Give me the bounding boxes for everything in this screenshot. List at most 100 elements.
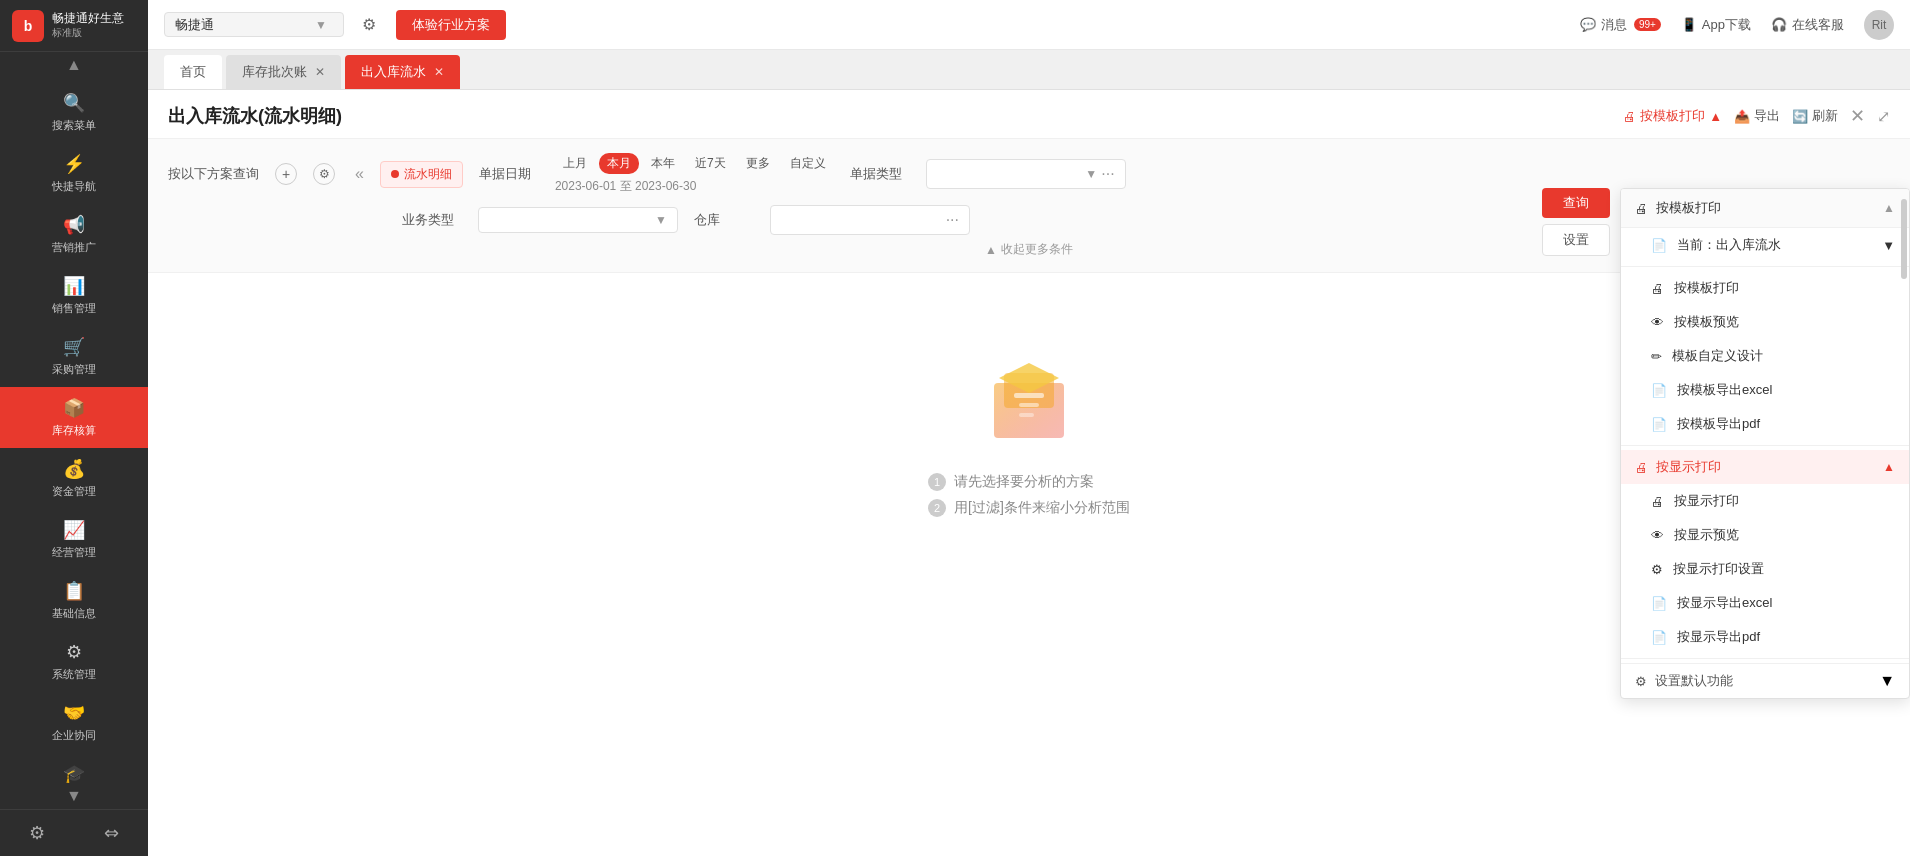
header-gear-icon[interactable]: ⚙ [362,15,376,34]
dropdown-item-export-excel-template[interactable]: 📄 按模板导出excel [1621,373,1909,407]
dropdown-item-print-settings-display[interactable]: ⚙ 按显示打印设置 [1621,552,1909,586]
dropdown-item-export-pdf-template[interactable]: 📄 按模板导出pdf [1621,407,1909,441]
search-button[interactable]: 查询 [1542,188,1610,218]
sidebar-item-quick-nav[interactable]: ⚡ 快捷导航 [0,143,148,204]
print-header-icon: 🖨 [1635,201,1648,216]
inventory-icon: 📦 [63,397,85,419]
dropdown-display-section-header[interactable]: 🖨 按显示打印 ▲ [1621,450,1909,484]
filter-label: 按以下方案查询 [168,165,259,183]
page-header: 出入库流水(流水明细) 🖨 按模板打印 ▲ 📤 导出 🔄 刷新 ✕ ⤢ [148,90,1910,139]
svg-rect-3 [1014,393,1044,398]
sidebar-scroll-down[interactable]: ▼ [0,783,148,809]
dropdown-item-custom-template[interactable]: ✏ 模板自定义设计 [1621,339,1909,373]
sidebar-collapse-btn[interactable]: ⇔ [104,822,119,844]
business-type-arrow: ▼ [655,213,667,227]
warehouse-label: 仓库 [694,211,754,229]
current-template-icon: 📄 [1651,238,1667,253]
finance-icon: 💰 [63,458,85,480]
print-dropdown-arrow[interactable]: ▲ [1709,109,1722,124]
filter-tag-dot [391,170,399,178]
sidebar-item-search[interactable]: 🔍 搜索菜单 [0,82,148,143]
sidebar-item-enterprise[interactable]: 🤝 企业协同 [0,692,148,753]
warehouse-select[interactable]: ··· [770,205,970,235]
page-expand-btn[interactable]: ⤢ [1877,107,1890,126]
app-download-btn[interactable]: 📱 App下载 [1681,16,1751,34]
date-tab-more[interactable]: 更多 [738,153,778,174]
tab-home[interactable]: 首页 [164,55,222,89]
dropdown-item-preview-display[interactable]: 👁 按显示预览 [1621,518,1909,552]
display-section-arrow[interactable]: ▲ [1883,460,1895,474]
sidebar-item-finance[interactable]: 💰 资金管理 [0,448,148,509]
date-tab-last-month[interactable]: 上月 [555,153,595,174]
sidebar-item-inventory[interactable]: 📦 库存核算 [0,387,148,448]
tab-flow-close[interactable]: ✕ [434,65,444,79]
warehouse-more[interactable]: ··· [946,211,959,229]
system-icon: ⚙ [66,641,82,663]
divider-3 [1621,658,1909,659]
dropdown-collapse-arrow[interactable]: ▲ [1883,201,1895,215]
dropdown-scrollbar[interactable] [1901,189,1907,698]
business-type-select[interactable]: ▼ [478,207,678,233]
phone-icon: 📱 [1681,17,1697,32]
quick-nav-icon: ⚡ [63,153,85,175]
dropdown-item-print-display[interactable]: 🖨 按显示打印 [1621,484,1909,518]
svg-rect-5 [1019,413,1034,417]
date-tab-this-month[interactable]: 本月 [599,153,639,174]
date-tab-this-year[interactable]: 本年 [643,153,683,174]
dropdown-footer[interactable]: ⚙ 设置默认功能 ▼ [1621,663,1909,698]
sidebar-item-system[interactable]: ⚙ 系统管理 [0,631,148,692]
dropdown-item-print-template[interactable]: 🖨 按模板打印 [1621,271,1909,305]
user-avatar[interactable]: Rit [1864,10,1894,40]
sidebar-item-guide[interactable]: 🎓 新手引导 [0,753,148,783]
enterprise-icon: 🤝 [63,702,85,724]
page-close-btn[interactable]: ✕ [1850,105,1865,127]
export-pdf-display-icon: 📄 [1651,630,1667,645]
sidebar-settings-btn[interactable]: ⚙ [29,822,45,844]
sidebar: b 畅捷通好生意 标准版 ▲ 🔍 搜索菜单 ⚡ 快捷导航 📢 营销推广 📊 销售… [0,0,148,856]
export-btn[interactable]: 📤 导出 [1734,107,1780,125]
main-area: ▼ ⚙ 体验行业方案 💬 消息 99+ 📱 App下载 🎧 在线客服 Rit [148,0,1910,856]
filter-collapse-icon[interactable]: « [355,165,364,183]
header-search-dropdown-icon[interactable]: ▼ [315,18,327,32]
tab-batch-account[interactable]: 库存批次账 ✕ [226,55,341,89]
empty-illustration [969,353,1089,453]
voucher-type-arrow: ▼ [1085,167,1097,181]
dropdown-item-export-pdf-display[interactable]: 📄 按显示导出pdf [1621,620,1909,654]
date-tab-7days[interactable]: 近7天 [687,153,734,174]
tab-batch-account-close[interactable]: ✕ [315,65,325,79]
svg-rect-4 [1019,403,1039,407]
date-field-label: 单据日期 [479,165,539,183]
collapse-up-icon: ▲ [985,243,997,257]
tab-flow[interactable]: 出入库流水 ✕ [345,55,460,89]
sidebar-item-operations[interactable]: 📈 经营管理 [0,509,148,570]
sidebar-scroll-up[interactable]: ▲ [0,52,148,78]
sidebar-item-basic-info[interactable]: 📋 基础信息 [0,570,148,631]
print-settings-display-icon: ⚙ [1651,562,1663,577]
dropdown-scrollbar-thumb[interactable] [1901,199,1907,279]
print-template-btn[interactable]: 🖨 按模板打印 ▲ [1623,107,1722,125]
date-tab-custom[interactable]: 自定义 [782,153,834,174]
header-search-box[interactable]: ▼ [164,12,344,37]
voucher-type-select[interactable]: ▼ ··· [926,159,1126,189]
voucher-type-more[interactable]: ··· [1101,165,1114,183]
customer-service-btn[interactable]: 🎧 在线客服 [1771,16,1844,34]
filter-settings-btn[interactable]: ⚙ [313,163,335,185]
collapse-more-btn[interactable]: ▲ 收起更多条件 [985,241,1073,258]
search-icon: 🔍 [63,92,85,114]
sidebar-item-marketing[interactable]: 📢 营销推广 [0,204,148,265]
print-template-icon: 🖨 [1651,281,1664,296]
refresh-btn[interactable]: 🔄 刷新 [1792,107,1838,125]
dropdown-item-export-excel-display[interactable]: 📄 按显示导出excel [1621,586,1909,620]
dropdown-item-preview-template[interactable]: 👁 按模板预览 [1621,305,1909,339]
empty-hints: 1 请先选择要分析的方案 2 用[过滤]条件来缩小分析范围 [928,473,1130,525]
sidebar-item-sales[interactable]: 📊 销售管理 [0,265,148,326]
trial-button[interactable]: 体验行业方案 [396,10,506,40]
notifications-btn[interactable]: 💬 消息 99+ [1580,16,1661,34]
settings-button[interactable]: 设置 [1542,224,1610,256]
export-pdf-template-icon: 📄 [1651,417,1667,432]
header-search-input[interactable] [175,17,315,32]
dropdown-current-template[interactable]: 📄 当前：出入库流水 ▼ [1621,228,1909,262]
sidebar-item-purchase[interactable]: 🛒 采购管理 [0,326,148,387]
filter-add-btn[interactable]: + [275,163,297,185]
right-action-buttons: 查询 设置 [1542,188,1610,256]
